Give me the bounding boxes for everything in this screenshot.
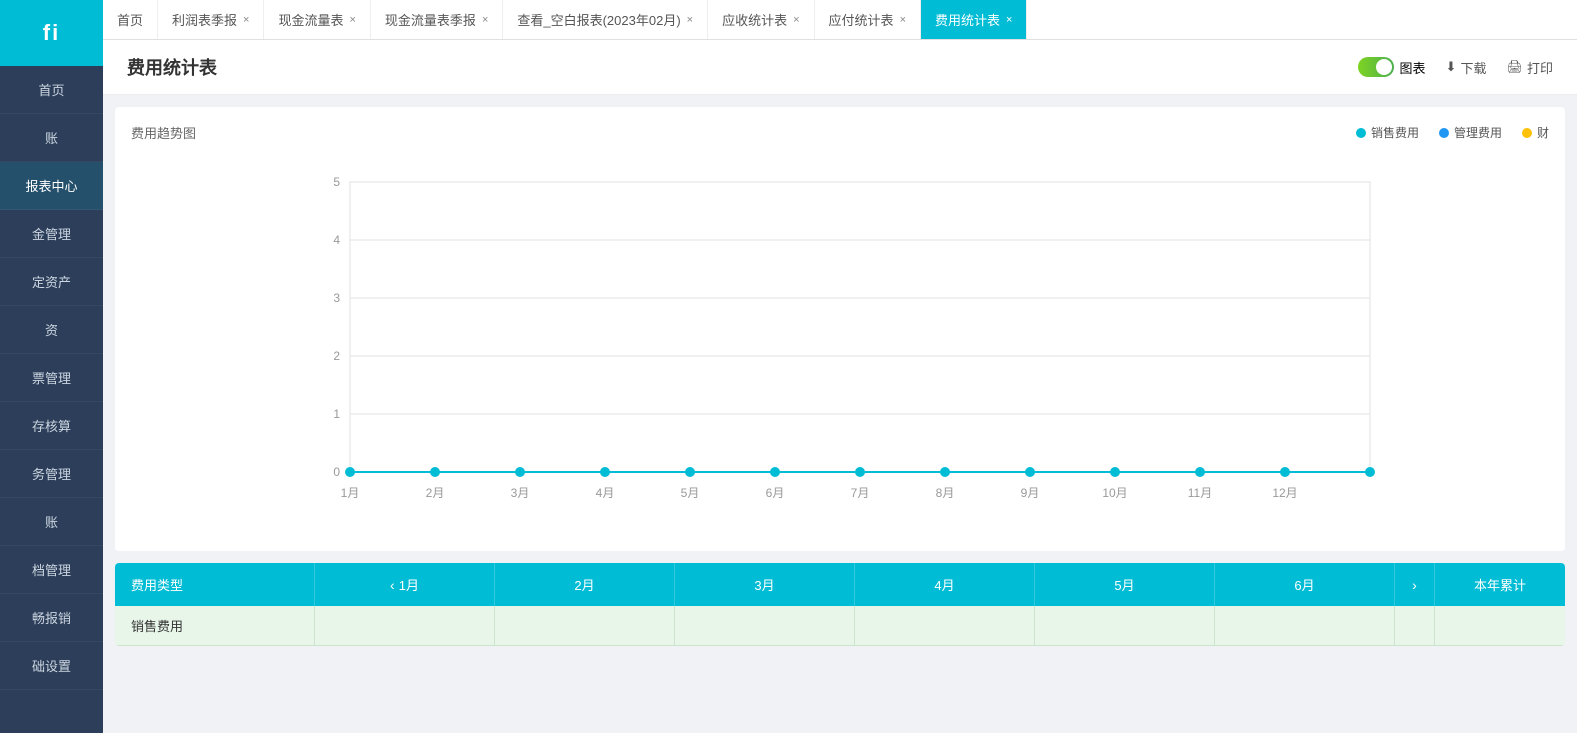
next-arrow-icon[interactable]: › — [1412, 577, 1417, 593]
sidebar-item-service[interactable]: 务管理 — [0, 450, 103, 498]
td-m4 — [855, 606, 1035, 645]
th-m6: 6月 — [1215, 563, 1395, 606]
svg-text:1: 1 — [333, 407, 340, 421]
download-icon: ⬇ — [1446, 59, 1457, 75]
td-type: 销售费用 — [115, 606, 315, 645]
table-section: 费用类型 ‹ 1月 2月 3月 4月 5月 6月 › 本年累计 销售费用 — [115, 563, 1565, 646]
chart-svg: 5 4 3 2 1 0 — [131, 152, 1549, 532]
svg-text:6月: 6月 — [766, 486, 785, 500]
tab-close-receivable[interactable]: × — [793, 14, 799, 26]
th-ytd: 本年累计 — [1435, 563, 1565, 606]
th-type: 费用类型 — [115, 563, 315, 606]
legend-dot-finance — [1522, 128, 1532, 138]
tab-cashflow[interactable]: 现金流量表 × — [264, 0, 370, 40]
svg-text:9月: 9月 — [1021, 486, 1040, 500]
table-row: 销售费用 — [115, 606, 1565, 646]
tab-close-cashflow[interactable]: × — [349, 14, 355, 26]
svg-text:3: 3 — [333, 291, 340, 305]
sidebar-item-payroll[interactable]: 账 — [0, 498, 103, 546]
sidebar-item-invoice[interactable]: 票管理 — [0, 354, 103, 402]
tab-profit-quarterly[interactable]: 利润表季报 × — [158, 0, 264, 40]
td-m2 — [495, 606, 675, 645]
tab-receivable[interactable]: 应收统计表 × — [708, 0, 814, 40]
sidebar-item-fund[interactable]: 金管理 — [0, 210, 103, 258]
chart-canvas: 5 4 3 2 1 0 — [131, 152, 1549, 535]
print-icon: 🖨 — [1506, 59, 1523, 75]
svg-text:4: 4 — [333, 233, 340, 247]
svg-text:0: 0 — [333, 465, 340, 479]
tab-home[interactable]: 首页 — [103, 0, 158, 40]
chart-toggle-wrap: 图表 — [1358, 57, 1426, 77]
td-ytd — [1435, 606, 1565, 645]
svg-text:11月: 11月 — [1188, 486, 1212, 500]
sidebar-item-home[interactable]: 首页 — [0, 66, 103, 114]
svg-text:4月: 4月 — [596, 486, 615, 500]
td-m6 — [1215, 606, 1395, 645]
svg-text:1月: 1月 — [341, 486, 360, 500]
sidebar-item-investment[interactable]: 资 — [0, 306, 103, 354]
svg-text:8月: 8月 — [936, 486, 955, 500]
legend-dot-admin — [1439, 128, 1449, 138]
sidebar-item-settings[interactable]: 础设置 — [0, 642, 103, 690]
legend-label-finance: 财 — [1537, 124, 1549, 141]
th-nav-prev[interactable]: ‹ — [390, 577, 395, 593]
tab-cashflow-quarterly[interactable]: 现金流量表季报 × — [371, 0, 503, 40]
legend-sales: 销售费用 — [1356, 124, 1419, 141]
tab-close-payable[interactable]: × — [900, 14, 906, 26]
sidebar-item-archive[interactable]: 档管理 — [0, 546, 103, 594]
sidebar-item-report-center[interactable]: 报表中心 — [0, 162, 103, 210]
sidebar-item-inventory[interactable]: 存核算 — [0, 402, 103, 450]
svg-text:3月: 3月 — [511, 486, 530, 500]
legend-admin: 管理费用 — [1439, 124, 1502, 141]
svg-text:10月: 10月 — [1102, 486, 1127, 500]
th-m1: ‹ 1月 — [315, 563, 495, 606]
svg-text:7月: 7月 — [851, 486, 870, 500]
chart-title: 费用趋势图 — [131, 123, 196, 142]
th-m3: 3月 — [675, 563, 855, 606]
print-button[interactable]: 🖨 打印 — [1506, 58, 1553, 77]
tab-close-blank-report[interactable]: × — [687, 14, 693, 26]
chart-toggle[interactable] — [1358, 57, 1394, 77]
svg-text:12月: 12月 — [1272, 486, 1297, 500]
tab-bar: 首页 利润表季报 × 现金流量表 × 现金流量表季报 × 查看_空白报表(202… — [103, 0, 1577, 40]
page-actions: 图表 ⬇ 下载 🖨 打印 — [1358, 57, 1553, 77]
page-header: 费用统计表 图表 ⬇ 下载 🖨 打印 — [103, 40, 1577, 95]
sidebar-item-unblock[interactable]: 畅报销 — [0, 594, 103, 642]
th-m4: 4月 — [855, 563, 1035, 606]
td-nav — [1395, 606, 1435, 645]
chart-header: 费用趋势图 销售费用 管理费用 财 — [131, 123, 1549, 142]
tab-expense[interactable]: 费用统计表 × — [921, 0, 1027, 40]
td-m3 — [675, 606, 855, 645]
logo: fi — [0, 0, 103, 66]
tab-close-cashflow-quarterly[interactable]: × — [482, 14, 488, 26]
legend-label-admin: 管理费用 — [1454, 124, 1502, 141]
chart-toggle-label: 图表 — [1400, 58, 1426, 77]
tab-payable[interactable]: 应付统计表 × — [815, 0, 921, 40]
table-header: 费用类型 ‹ 1月 2月 3月 4月 5月 6月 › 本年累计 — [115, 563, 1565, 606]
svg-text:2: 2 — [333, 349, 340, 363]
th-m5: 5月 — [1035, 563, 1215, 606]
page-title: 费用统计表 — [127, 54, 217, 80]
legend-dot-sales — [1356, 128, 1366, 138]
svg-text:5月: 5月 — [681, 486, 700, 500]
svg-text:2月: 2月 — [426, 486, 445, 500]
download-button[interactable]: ⬇ 下载 — [1446, 58, 1487, 77]
legend-finance: 财 — [1522, 124, 1549, 141]
th-m2: 2月 — [495, 563, 675, 606]
chart-section: 费用趋势图 销售费用 管理费用 财 — [115, 107, 1565, 551]
th-nav-next[interactable]: › — [1395, 563, 1435, 606]
td-m5 — [1035, 606, 1215, 645]
tab-close-profit-quarterly[interactable]: × — [243, 14, 249, 26]
chart-legend: 销售费用 管理费用 财 — [1356, 124, 1549, 141]
main-area: 首页 利润表季报 × 现金流量表 × 现金流量表季报 × 查看_空白报表(202… — [103, 0, 1577, 733]
sidebar-item-fixed-assets[interactable]: 定资产 — [0, 258, 103, 306]
tab-blank-report[interactable]: 查看_空白报表(2023年02月) × — [503, 0, 708, 40]
legend-label-sales: 销售费用 — [1371, 124, 1419, 141]
sidebar: fi 首页 账 报表中心 金管理 定资产 资 票管理 存核算 务管理 账 档管理… — [0, 0, 103, 733]
svg-text:5: 5 — [333, 175, 340, 189]
tab-close-expense[interactable]: × — [1006, 14, 1012, 26]
sidebar-item-account[interactable]: 账 — [0, 114, 103, 162]
content-area: 费用统计表 图表 ⬇ 下载 🖨 打印 费用趋势图 — [103, 40, 1577, 733]
td-m1 — [315, 606, 495, 645]
